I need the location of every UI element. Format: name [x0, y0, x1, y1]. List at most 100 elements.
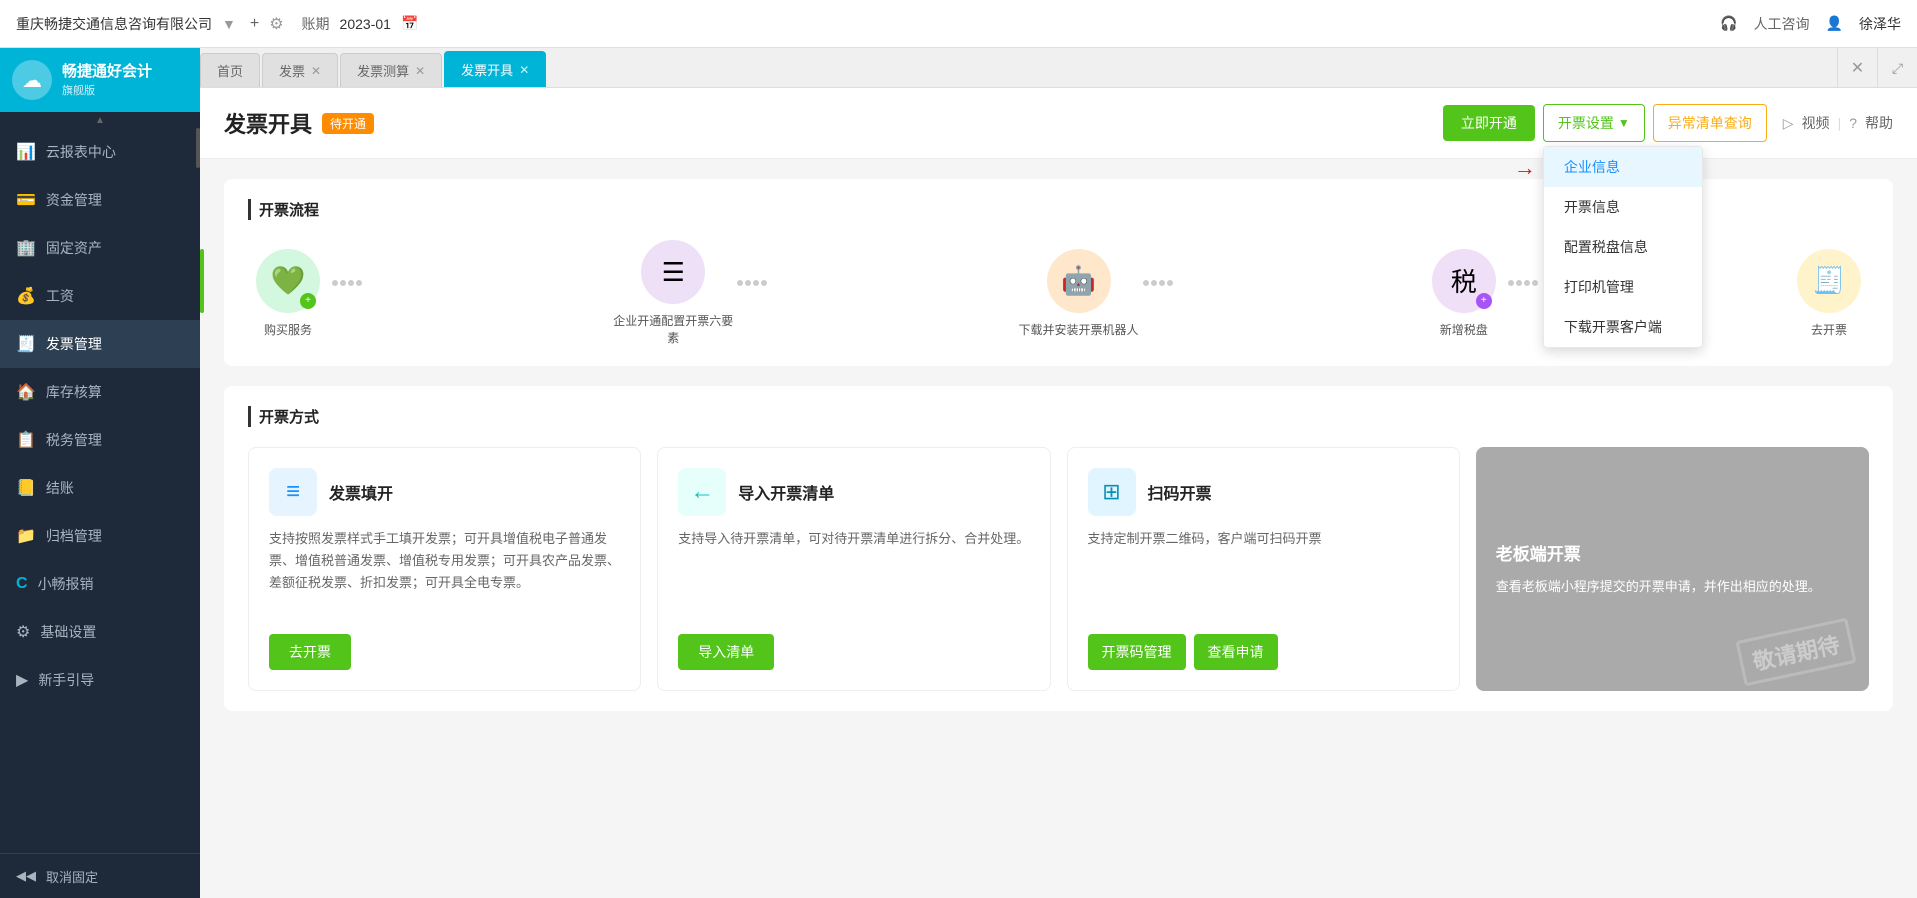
- method-fill-desc: 支持按照发票样式手工填开发票；可开具增值税电子普通发票、增值税普通发票、增值税专…: [269, 528, 620, 618]
- red-arrow-indicator: →: [1514, 155, 1536, 181]
- tab-invoice-close[interactable]: ✕: [311, 64, 321, 78]
- top-bar: 重庆畅捷交通信息咨询有限公司 ▼ + ⚙ 账期 2023-01 📅 🎧 人工咨询…: [0, 0, 1917, 48]
- settings-button[interactable]: 开票设置 ▼: [1543, 104, 1645, 142]
- sidebar-item-label: 固定资产: [46, 238, 102, 258]
- sidebar-item-label: 云报表中心: [46, 142, 116, 162]
- tab-invoice[interactable]: 发票 ✕: [262, 53, 338, 87]
- dropdown-item-download-client[interactable]: 下载开票客户端: [1544, 307, 1702, 347]
- sidebar-item-cloud-report[interactable]: 📊 云报表中心: [0, 128, 200, 176]
- method-fill-title: 发票填开: [329, 480, 393, 504]
- sidebar-scroll-up[interactable]: ▲: [0, 112, 200, 128]
- support-link[interactable]: 人工咨询: [1754, 14, 1810, 34]
- tab-invoice-calc[interactable]: 发票测算 ✕: [340, 53, 442, 87]
- sidebar-item-cancel-pin[interactable]: ◀◀ 取消固定: [0, 858, 200, 894]
- sidebar-item-label: 基础设置: [40, 622, 96, 642]
- tab-invoice-open[interactable]: 发票开具 ✕: [444, 51, 546, 87]
- settings-dropdown[interactable]: 开票设置 ▼ → 企业信息 开票信息 配置税盘信息 打印机管理 下载开票客户端: [1543, 104, 1645, 142]
- import-list-button[interactable]: 导入清单: [678, 634, 774, 670]
- sidebar-item-invoice-mgmt[interactable]: 🧾 发票管理: [0, 320, 200, 368]
- flow-step-1-icon: 💚 +: [256, 249, 320, 313]
- fund-mgmt-icon: 💳: [16, 190, 36, 210]
- dropdown-item-invoice-info[interactable]: 开票信息: [1544, 187, 1702, 227]
- company-name: 重庆畅捷交通信息咨询有限公司: [16, 14, 212, 34]
- method-boss-desc: 查看老板端小程序提交的开票申请，并作出相应的处理。: [1496, 577, 1821, 598]
- review-pending-text: 敬请期待: [1735, 618, 1856, 687]
- flow-step-4: 税 + 新增税盘: [1424, 249, 1504, 338]
- qr-manage-button[interactable]: 开票码管理: [1088, 634, 1186, 670]
- cancel-pin-icon: ◀◀: [16, 868, 36, 884]
- sidebar-item-salary[interactable]: 💰 工资: [0, 272, 200, 320]
- tab-home[interactable]: 首页: [200, 53, 260, 87]
- flow-step-2-label: 企业开通配置开票六要素: [613, 312, 733, 346]
- logo-title: 畅捷通好会计: [62, 62, 152, 82]
- close-window-button[interactable]: ✕: [1837, 48, 1877, 88]
- fixed-assets-icon: 🏢: [16, 238, 36, 258]
- add-tab-icon[interactable]: +: [250, 15, 259, 33]
- sidebar-item-new-guide[interactable]: ▶ 新手引导: [0, 656, 200, 704]
- support-icon: 🎧: [1720, 15, 1737, 32]
- flow-step-2-icon: ☰: [641, 240, 705, 304]
- video-link[interactable]: 视频: [1802, 113, 1830, 133]
- dropdown-item-printer-mgmt[interactable]: 打印机管理: [1544, 267, 1702, 307]
- step3-robot-icon: 🤖: [1061, 264, 1096, 297]
- flow-step-5-label: 去开票: [1811, 321, 1847, 338]
- flow-step-1-icon-wrapper: 💚 +: [256, 249, 320, 313]
- dropdown-item-company[interactable]: 企业信息: [1544, 147, 1702, 187]
- page-header: 发票开具 待开通 立即开通 开票设置 ▼: [200, 88, 1917, 159]
- video-play-icon: ▷: [1783, 115, 1794, 132]
- status-badge: 待开通: [322, 113, 374, 134]
- flow-step-4-icon: 税 +: [1432, 249, 1496, 313]
- method-boss-title: 老板端开票: [1496, 540, 1581, 565]
- settings-dropdown-menu: → 企业信息 开票信息 配置税盘信息 打印机管理 下载开票客户端: [1543, 146, 1703, 348]
- flow-step-5: 🧾 去开票: [1789, 249, 1869, 338]
- flow-step-1-border: [200, 249, 204, 313]
- sidebar-item-fund-mgmt[interactable]: 💳 资金管理: [0, 176, 200, 224]
- fill-invoice-button[interactable]: 去开票: [269, 634, 351, 670]
- company-dropdown-icon[interactable]: ▼: [222, 16, 236, 32]
- divider: |: [1838, 115, 1842, 131]
- help-link[interactable]: 帮助: [1865, 113, 1893, 133]
- sidebar-bottom: ◀◀ 取消固定: [0, 853, 200, 898]
- method-scan-desc: 支持定制开票二维码，客户端可扫码开票: [1088, 528, 1439, 618]
- methods-grid: ≡ 发票填开 支持按照发票样式手工填开发票；可开具增值税电子普通发票、增值税普通…: [248, 447, 1869, 691]
- sidebar-item-label: 小畅报销: [38, 574, 94, 594]
- sidebar-item-label: 新手引导: [38, 670, 94, 690]
- method-fill-footer: 去开票: [269, 634, 620, 670]
- period-label: 账期: [302, 14, 330, 34]
- dropdown-item-tax-config[interactable]: 配置税盘信息: [1544, 227, 1702, 267]
- top-bar-right: 🎧 人工咨询 👤 徐泽华: [1720, 14, 1901, 34]
- methods-section: 开票方式 ≡ 发票填开 支持按照发票样式手工填开发票；可开具增值税电子普通发票、…: [224, 386, 1893, 711]
- tab-bar: 首页 发票 ✕ 发票测算 ✕ 发票开具 ✕ ✕ ⤢: [200, 48, 1917, 88]
- logo-icon: ☁: [12, 60, 52, 100]
- settings-icon[interactable]: ⚙: [269, 14, 283, 34]
- sidebar-item-xiaochu[interactable]: C 小畅报销: [0, 560, 200, 608]
- method-import-footer: 导入清单: [678, 634, 1029, 670]
- tab-home-label: 首页: [217, 61, 243, 80]
- step4-tax-icon: 税: [1451, 262, 1477, 299]
- logo-text-block: 畅捷通好会计 旗舰版: [62, 62, 152, 98]
- flow-connector-2: [737, 280, 1014, 286]
- maximize-window-button[interactable]: ⤢: [1877, 48, 1917, 88]
- sidebar-item-label: 归档管理: [46, 526, 102, 546]
- sidebar-nav: 📊 云报表中心 💳 资金管理 🏢 固定资产 💰 工资 🧾 发票管理 🏠: [0, 128, 200, 853]
- sidebar-item-basic-settings[interactable]: ⚙ 基础设置: [0, 608, 200, 656]
- flow-step-5-icon: 🧾: [1797, 249, 1861, 313]
- sidebar-item-archive-mgmt[interactable]: 📁 归档管理: [0, 512, 200, 560]
- sidebar-item-label: 税务管理: [46, 430, 102, 450]
- method-card-import: ← 导入开票清单 支持导入待开票清单，可对待开票清单进行拆分、合并处理。 导入清…: [657, 447, 1050, 691]
- sidebar-item-label: 发票管理: [46, 334, 102, 354]
- inventory-icon: 🏠: [16, 382, 36, 402]
- sidebar-item-tax-mgmt[interactable]: 📋 税务管理: [0, 416, 200, 464]
- sidebar-item-accounting[interactable]: 📒 结账: [0, 464, 200, 512]
- abnormal-button[interactable]: 异常清单查询: [1653, 104, 1767, 142]
- page-title: 发票开具: [224, 107, 312, 139]
- tab-invoice-calc-close[interactable]: ✕: [415, 64, 425, 78]
- step2-list-icon: ☰: [662, 257, 685, 288]
- calendar-icon[interactable]: 📅: [401, 15, 418, 32]
- tab-invoice-open-close[interactable]: ✕: [519, 63, 529, 77]
- activate-button[interactable]: 立即开通: [1443, 105, 1535, 141]
- view-apply-button[interactable]: 查看申请: [1194, 634, 1278, 670]
- sidebar-item-inventory[interactable]: 🏠 库存核算: [0, 368, 200, 416]
- method-card-scan: ⊞ 扫码开票 支持定制开票二维码，客户端可扫码开票 开票码管理 查看申请: [1067, 447, 1460, 691]
- sidebar-item-fixed-assets[interactable]: 🏢 固定资产: [0, 224, 200, 272]
